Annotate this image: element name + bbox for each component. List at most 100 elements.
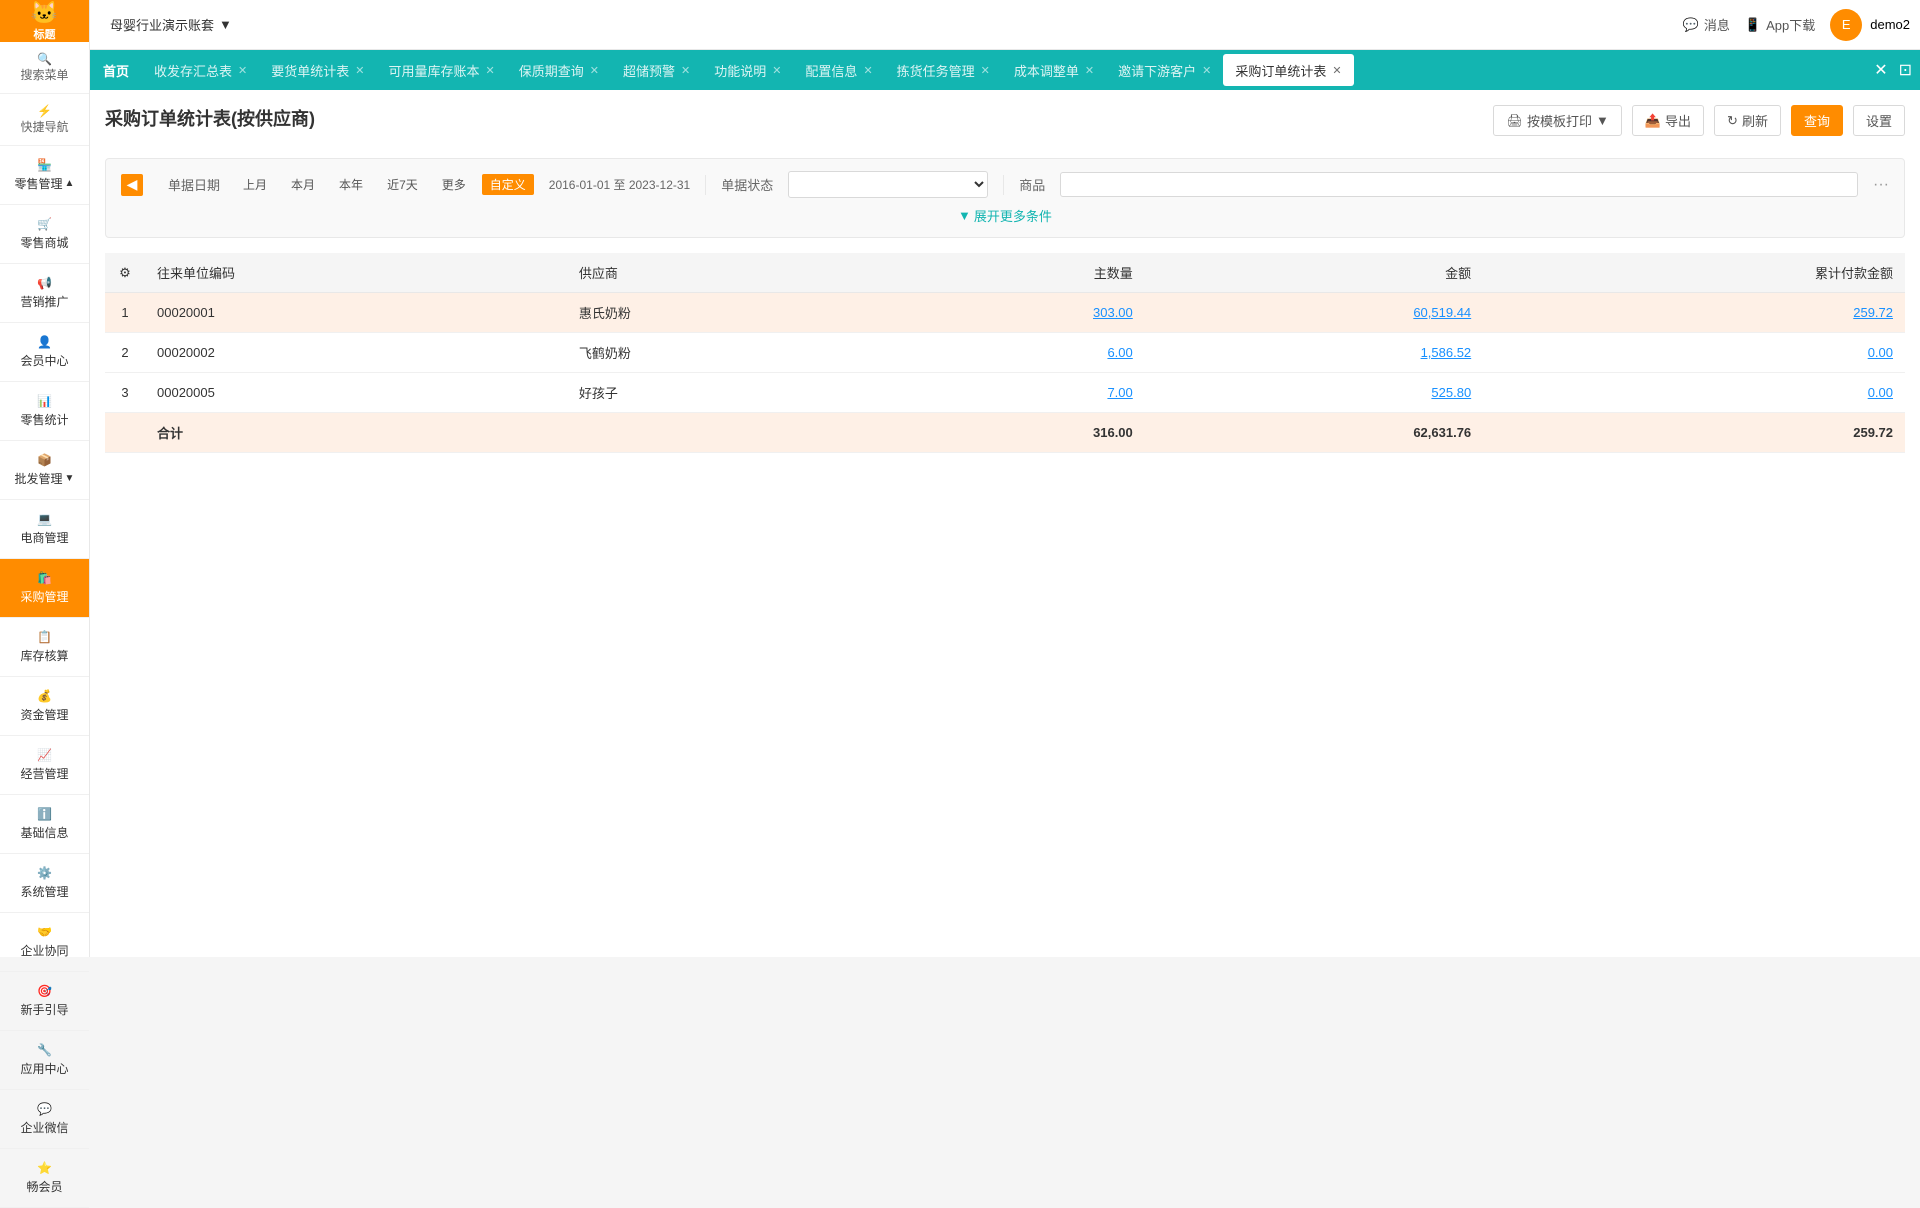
col-supplier-header[interactable]: 供应商 [567,253,881,293]
query-btn[interactable]: 查询 [1791,105,1843,136]
col-quantity-header[interactable]: 主数量 [881,253,1145,293]
workspace-selector[interactable]: 母婴行业演示账套 ▼ [100,10,242,39]
settings-btn[interactable]: 设置 [1853,105,1905,136]
tab-shelf-life[interactable]: 保质期查询 ✕ [507,54,611,86]
tab-invite-downstream[interactable]: 邀请下游客户 ✕ [1106,54,1223,86]
col-unit-code-header[interactable]: 往来单位编码 [145,253,567,293]
date-btn-7days[interactable]: 近7天 [379,174,426,195]
chevron-down-icon: ▼ [219,17,232,32]
status-select[interactable] [788,171,988,198]
message-btn[interactable]: 💬 消息 [1683,15,1730,34]
tab-config[interactable]: 配置信息 ✕ [793,54,884,86]
sidebar-item-label: 畅会员 [26,1178,62,1195]
tab-label: 要货单统计表 [271,61,349,80]
tab-cost-adjust[interactable]: 成本调整单 ✕ [1002,54,1106,86]
sidebar-item-inventory[interactable]: 📋 库存核算 [0,618,89,677]
tab-pick-task[interactable]: 拣货任务管理 ✕ [885,54,1002,86]
date-custom-tag[interactable]: 自定义 [482,174,534,195]
tab-close-icon[interactable]: ✕ [355,64,364,77]
sidebar-item-member[interactable]: 👤 会员中心 [0,323,89,382]
purchase-stat-table: ⚙ 往来单位编码 供应商 主数量 金额 累计付款金额 1 00020001 惠氏… [105,253,1905,453]
sidebar-item-wholesale[interactable]: 📦 批发管理 ▼ [0,441,89,500]
col-amount-header[interactable]: 金额 [1145,253,1483,293]
tab-close-icon[interactable]: ✕ [1202,64,1211,77]
tab-close-icon[interactable]: ✕ [1332,64,1341,77]
sidebar-item-basic[interactable]: ℹ️ 基础信息 [0,795,89,854]
tab-goods-stat[interactable]: 要货单统计表 ✕ [259,54,376,86]
sidebar-item-retail[interactable]: 🏪 零售管理 ▲ [0,146,89,205]
tab-close-icon[interactable]: ✕ [486,64,495,77]
tab-overstock[interactable]: 超储预警 ✕ [611,54,702,86]
sidebar-item-member2[interactable]: ⭐ 畅会员 [0,1149,89,1208]
system-icon: ⚙️ [37,866,52,880]
user-menu[interactable]: E demo2 [1830,9,1910,41]
sidebar-item-retail-stat[interactable]: 📊 零售统计 [0,382,89,441]
tab-close-icon[interactable]: ✕ [1085,64,1094,77]
tab-close-icon[interactable]: ✕ [863,64,872,77]
paid-cell[interactable]: 0.00 [1483,333,1905,373]
date-btn-last-month[interactable]: 上月 [235,174,275,195]
tab-available-stock[interactable]: 可用量库存账本 ✕ [376,54,506,86]
sidebar-item-quicknav[interactable]: ⚡ 快捷导航 [0,94,89,146]
expand-label: 展开更多条件 [974,206,1052,225]
refresh-btn[interactable]: ↻ 刷新 [1714,105,1781,136]
date-btn-this-year[interactable]: 本年 [331,174,371,195]
table-footer-row: 合计 316.00 62,631.76 259.72 [105,413,1905,453]
refresh-label: 刷新 [1742,111,1768,130]
quantity-cell[interactable]: 6.00 [881,333,1145,373]
sidebar-item-label: 会员中心 [20,352,68,369]
member-icon: 👤 [37,335,52,349]
tab-close-all-btn[interactable]: ✕ [1871,57,1890,83]
sidebar-item-marketing[interactable]: 📢 营销推广 [0,264,89,323]
tab-close-icon[interactable]: ✕ [981,64,990,77]
ecommerce-icon: 💻 [37,512,52,526]
supplier-cell: 好孩子 [567,373,881,413]
tab-label: 拣货任务管理 [897,61,975,80]
sidebar-item-system[interactable]: ⚙️ 系统管理 [0,854,89,913]
sidebar-item-apps[interactable]: 🔧 应用中心 [0,1031,89,1090]
unit-code-cell: 00020002 [145,333,567,373]
goods-input[interactable] [1060,172,1858,197]
sidebar-item-ecommerce[interactable]: 💻 电商管理 [0,500,89,559]
sidebar-item-collab[interactable]: 🤝 企业协同 [0,913,89,972]
sidebar-item-retail-shop[interactable]: 🛒 零售商城 [0,205,89,264]
date-btn-this-month[interactable]: 本月 [283,174,323,195]
amount-cell[interactable]: 1,586.52 [1145,333,1483,373]
tab-close-icon[interactable]: ✕ [681,64,690,77]
sidebar-item-search[interactable]: 🔍 搜索菜单 [0,42,89,94]
paid-cell[interactable]: 259.72 [1483,293,1905,333]
table-row: 2 00020002 飞鹤奶粉 6.00 1,586.52 0.00 [105,333,1905,373]
tab-home[interactable]: 首页 [95,54,137,86]
tab-func-desc[interactable]: 功能说明 ✕ [702,54,793,86]
settings-icon: ⚙ [119,265,131,280]
export-btn[interactable]: 📤 导出 [1632,105,1704,136]
sidebar-item-label: 采购管理 [20,588,68,605]
col-settings-header[interactable]: ⚙ [105,253,145,293]
col-paid-header[interactable]: 累计付款金额 [1483,253,1905,293]
amount-cell[interactable]: 525.80 [1145,373,1483,413]
filter-toggle-btn[interactable]: ◀ [121,174,143,196]
amount-cell[interactable]: 60,519.44 [1145,293,1483,333]
supplier-cell: 飞鹤奶粉 [567,333,881,373]
sidebar-item-finance[interactable]: 💰 资金管理 [0,677,89,736]
quantity-cell[interactable]: 303.00 [881,293,1145,333]
quantity-cell[interactable]: 7.00 [881,373,1145,413]
tab-close-icon[interactable]: ✕ [772,64,781,77]
tab-purchase-stat[interactable]: 采购订单统计表 ✕ [1223,54,1353,86]
goods-input-more-icon[interactable]: ··· [1873,176,1889,194]
sidebar-item-label: 快捷导航 [5,118,84,135]
purchase-icon: 🛍️ [37,571,52,585]
tab-close-icon[interactable]: ✕ [590,64,599,77]
app-download-btn[interactable]: 📱 App下载 [1745,15,1815,34]
expand-filter-btn[interactable]: ▼ 展开更多条件 [958,206,1052,225]
sidebar-item-ops[interactable]: 📈 经营管理 [0,736,89,795]
tab-collect-send[interactable]: 收发存汇总表 ✕ [142,54,259,86]
date-btn-more[interactable]: 更多 [434,174,474,195]
tab-maximize-btn[interactable]: ⊡ [1896,57,1915,83]
sidebar-item-wechat[interactable]: 💬 企业微信 [0,1090,89,1149]
sidebar-item-newguide[interactable]: 🎯 新手引导 [0,972,89,1031]
tab-close-icon[interactable]: ✕ [238,64,247,77]
paid-cell[interactable]: 0.00 [1483,373,1905,413]
sidebar-item-purchase[interactable]: 🛍️ 采购管理 [0,559,89,618]
print-btn[interactable]: 🖨 按模板打印 ▼ [1493,105,1621,136]
